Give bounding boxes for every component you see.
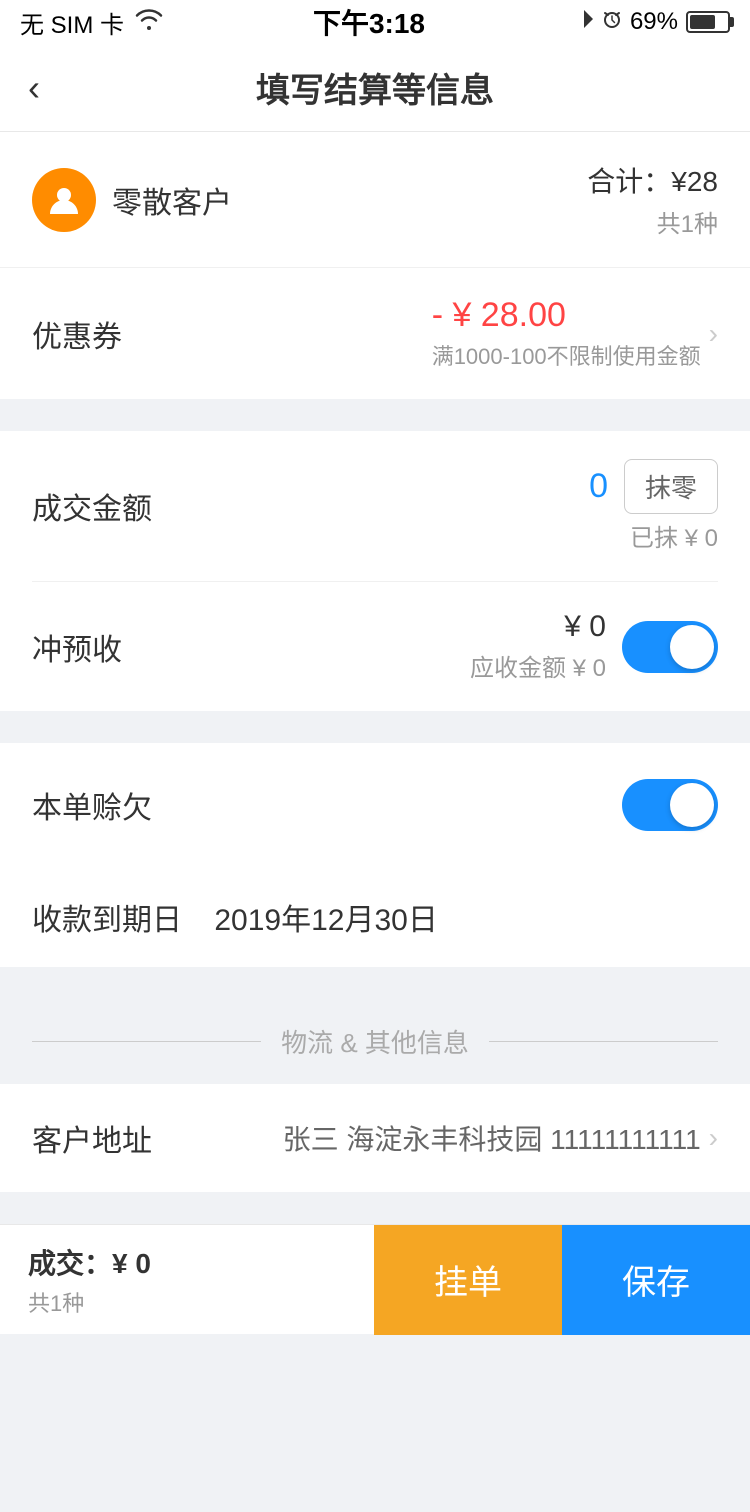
pending-button[interactable]: 挂单 [374,1225,562,1335]
separator-1 [0,415,750,431]
credit-row: 本单赊欠 [0,743,750,867]
bottom-count: 共1种 [28,1286,346,1318]
transaction-prefix: 成交： [28,1248,112,1279]
status-left: 无 SIM 卡 [20,5,164,40]
round-off-button[interactable]: 抹零 [624,459,718,514]
no-sim-text: 无 SIM 卡 [20,5,124,40]
prepay-main-amount: ¥ 0 [470,610,606,644]
customer-card: 零散客户 合计：¥28 共1种 优惠券 - ¥ 28.00 满1000-100不… [0,132,750,399]
customer-row: 零散客户 合计：¥28 共1种 [0,132,750,267]
logistics-divider: 物流 & 其他信息 [0,999,750,1084]
page-title: 填写结算等信息 [256,63,494,112]
wifi-icon [134,8,164,37]
battery-icon [686,11,730,33]
transaction-section: 成交金额 0 抹零 已抹 ¥ 0 冲预收 ¥ 0 应收金额 ¥ 0 [0,431,750,711]
separator-2 [0,727,750,743]
toggle-circle [670,625,714,669]
address-chevron-icon: › [709,1122,718,1154]
coupon-row[interactable]: 优惠券 - ¥ 28.00 满1000-100不限制使用金额 › [0,267,750,399]
coupon-right: - ¥ 28.00 满1000-100不限制使用金额 › [432,296,718,371]
status-time: 下午3:18 [313,2,425,42]
bottom-transaction-label: 成交：¥ 0 [28,1242,346,1282]
prepay-sub-amount: 应收金额 ¥ 0 [470,648,606,683]
transaction-value: 0 [589,467,608,506]
total-count: 共1种 [587,204,718,239]
prepay-right: ¥ 0 应收金额 ¥ 0 [470,610,718,683]
status-bar: 无 SIM 卡 下午3:18 69% [0,0,750,44]
transaction-label: 成交金额 [32,484,152,528]
prepay-amounts: ¥ 0 应收金额 ¥ 0 [470,610,606,683]
credit-toggle-circle [670,783,714,827]
prepay-row: 冲预收 ¥ 0 应收金额 ¥ 0 [32,582,718,711]
transaction-right: 0 抹零 [589,459,718,514]
credit-toggle[interactable] [622,779,718,831]
due-date-row: 收款到期日 2019年12月30日 [0,867,750,967]
save-button[interactable]: 保存 [562,1225,750,1335]
address-row[interactable]: 客户地址 张三 海淀永丰科技园 11111111111 › [0,1084,750,1192]
divider-line-right [489,1041,718,1042]
prepay-toggle[interactable] [622,621,718,673]
back-button[interactable]: ‹ [28,67,40,109]
address-value: 张三 海淀永丰科技园 11111111111 [184,1118,701,1158]
coupon-label: 优惠券 [32,312,122,356]
coupon-chevron-icon: › [709,318,718,350]
status-right: 69% [574,8,730,36]
bottom-amount: ¥ 0 [112,1248,151,1279]
divider-line-left [32,1041,261,1042]
customer-name: 零散客户 [112,178,232,222]
customer-left: 零散客户 [32,168,232,232]
customer-right: 合计：¥28 共1种 [587,160,718,239]
credit-section: 本单赊欠 收款到期日 2019年12月30日 [0,743,750,967]
due-date-value: 2019年12月30日 [214,904,437,937]
nav-bar: ‹ 填写结算等信息 [0,44,750,132]
logistics-label: 物流 & 其他信息 [261,1023,489,1060]
rounded-sub-text: 已抹 ¥ 0 [589,518,718,553]
coupon-desc: 满1000-100不限制使用金额 [432,339,701,371]
address-label: 客户地址 [32,1116,152,1160]
location-icon [574,8,594,36]
transaction-amount-row: 成交金额 0 抹零 已抹 ¥ 0 [32,431,718,582]
credit-label: 本单赊欠 [32,783,152,827]
separator-3 [0,983,750,999]
alarm-icon [602,8,622,36]
customer-avatar [32,168,96,232]
prepay-label: 冲预收 [32,625,122,669]
battery-percentage: 69% [630,8,678,36]
due-date-label: 收款到期日 [32,904,182,937]
total-label: 合计：¥28 [587,160,718,200]
bottom-bar: 成交：¥ 0 共1种 挂单 保存 [0,1224,750,1334]
coupon-discount: - ¥ 28.00 [432,296,701,335]
bottom-summary: 成交：¥ 0 共1种 [0,1242,374,1318]
